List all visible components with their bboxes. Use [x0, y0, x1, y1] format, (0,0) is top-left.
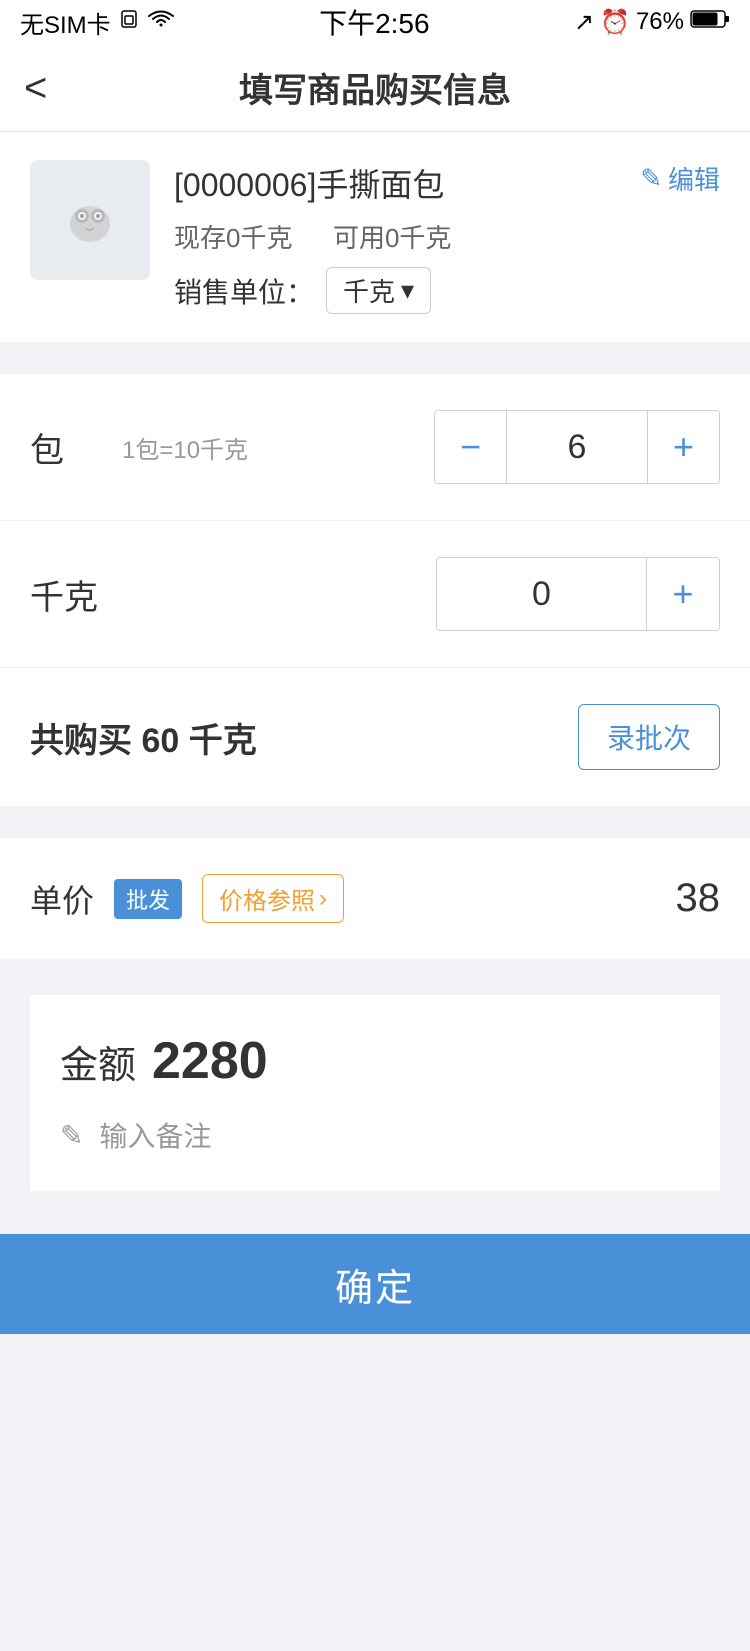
summary-text: 共购买 60 千克 — [30, 713, 257, 762]
kg-quantity-row: 千克 + — [0, 521, 750, 668]
page-wrapper: 无SIM卡 下午2:56 ↗ ⏰ 76% — [0, 0, 750, 1651]
pack-quantity-row: 包 1包=10千克 − + — [0, 374, 750, 521]
price-tag: 批发 — [114, 879, 182, 919]
amount-label: 金额 — [60, 1034, 136, 1089]
amount-value: 2280 — [152, 1031, 268, 1091]
content-area: [0000006]手撕面包 现存0千克 可用0千克 销售单位： 千克 ▾ — [0, 132, 750, 1651]
page-title: 填写商品购买信息 — [239, 63, 511, 112]
chevron-right-icon: › — [319, 885, 327, 913]
quantity-section: 包 1包=10千克 − + 千克 — [0, 374, 750, 668]
chevron-down-icon: ▾ — [401, 275, 414, 306]
pencil-icon: ✎ — [60, 1119, 83, 1152]
wifi-icon — [147, 8, 175, 36]
status-left: 无SIM卡 — [20, 5, 175, 40]
kg-input[interactable] — [437, 558, 647, 630]
location-icon: ↗ — [574, 8, 594, 37]
kg-label: 千克 — [30, 570, 110, 619]
edit-button[interactable]: ✎ 编辑 — [640, 160, 720, 197]
divider-1 — [0, 358, 750, 374]
price-ref-button[interactable]: 价格参照 › — [202, 874, 344, 923]
alarm-icon: ⏰ — [600, 8, 630, 37]
confirm-button[interactable]: 确定 — [0, 1234, 750, 1334]
amount-section: 金额 2280 ✎ 输入备注 — [0, 959, 750, 1191]
stock-text: 现存0千克 — [174, 223, 292, 253]
product-info: [0000006]手撕面包 现存0千克 可用0千克 销售单位： 千克 ▾ — [174, 160, 720, 314]
nav-bar: < 填写商品购买信息 — [0, 44, 750, 132]
price-value: 38 — [676, 876, 721, 921]
status-bar: 无SIM卡 下午2:56 ↗ ⏰ 76% — [0, 0, 750, 44]
pack-hint: 1包=10千克 — [122, 430, 434, 465]
remark-row[interactable]: ✎ 输入备注 — [60, 1115, 690, 1191]
divider-2 — [0, 822, 750, 838]
product-stock: 现存0千克 可用0千克 — [174, 218, 720, 255]
back-button[interactable]: < — [24, 68, 47, 108]
price-section: 单价 批发 价格参照 › 38 — [0, 838, 750, 959]
remark-placeholder: 输入备注 — [99, 1115, 211, 1155]
edit-icon: ✎ — [640, 163, 662, 194]
kg-plus-button[interactable]: + — [647, 558, 719, 630]
product-thumbnail — [30, 160, 150, 280]
pack-minus-button[interactable]: − — [435, 411, 507, 483]
pack-input[interactable] — [507, 411, 647, 483]
unit-select[interactable]: 千克 ▾ — [326, 267, 431, 314]
sim-icon — [119, 8, 139, 36]
batch-button[interactable]: 录批次 — [578, 704, 720, 770]
summary-row: 共购买 60 千克 录批次 — [0, 668, 750, 806]
battery-text: 76% — [636, 8, 684, 36]
product-name: [0000006]手撕面包 — [174, 160, 720, 206]
status-time: 下午2:56 — [319, 2, 430, 42]
unit-label: 销售单位： — [174, 271, 314, 311]
battery-icon — [690, 8, 730, 37]
pack-plus-button[interactable]: + — [647, 411, 719, 483]
product-unit-row: 销售单位： 千克 ▾ — [174, 267, 720, 314]
kg-controls: + — [436, 557, 720, 631]
available-text: 可用0千克 — [333, 223, 451, 253]
pack-label: 包 — [30, 423, 110, 472]
summary-amount: 60 — [141, 722, 179, 760]
price-label: 单价 — [30, 876, 94, 922]
status-right: ↗ ⏰ 76% — [574, 8, 730, 37]
pack-controls: − + — [434, 410, 720, 484]
amount-row: 金额 2280 — [60, 1031, 690, 1091]
product-card: [0000006]手撕面包 现存0千克 可用0千克 销售单位： 千克 ▾ — [0, 132, 750, 342]
carrier-text: 无SIM卡 — [20, 5, 111, 40]
